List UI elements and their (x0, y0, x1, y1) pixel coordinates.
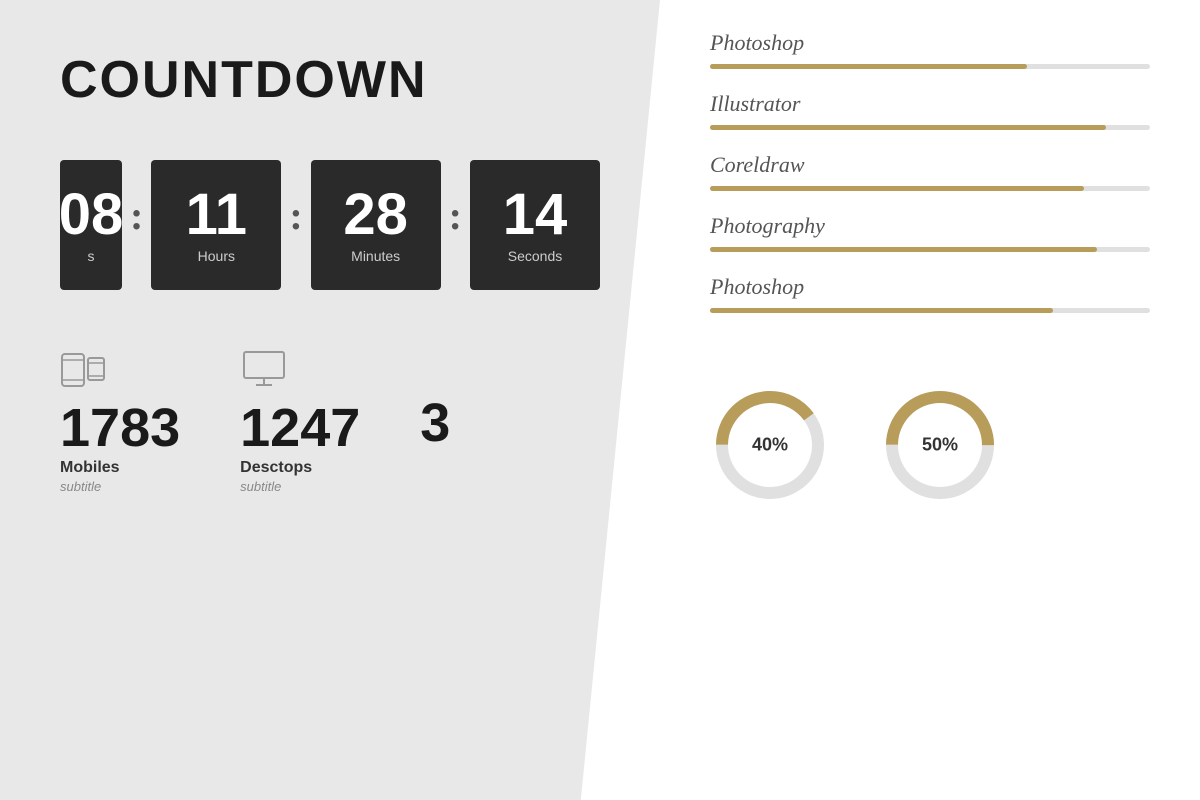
minutes-unit: Minutes (351, 248, 400, 264)
skill-bar-fill-4 (710, 247, 1097, 252)
left-panel: COUNTDOWN 08 s : 11 Hours : 28 Minutes : (0, 0, 660, 800)
skill-bar-bg-2 (710, 125, 1150, 130)
skills-section: Photoshop Illustrator Coreldraw Photogra… (710, 30, 1150, 335)
stats-section: 1783 Mobiles subtitle 1247 Desctops subt… (60, 350, 600, 494)
skill-photoshop-2: Photoshop (710, 274, 1150, 313)
donut-label-2: 50% (922, 435, 958, 456)
countdown-seconds-box: 14 Seconds (470, 160, 600, 290)
skill-name-2: Illustrator (710, 91, 1150, 117)
donut-label-1: 40% (752, 435, 788, 456)
skill-photoshop-1: Photoshop (710, 30, 1150, 69)
countdown-title: COUNTDOWN (60, 50, 600, 110)
skill-bar-fill-2 (710, 125, 1106, 130)
skill-illustrator: Illustrator (710, 91, 1150, 130)
hours-value: 11 (186, 186, 247, 244)
skill-bar-bg-1 (710, 64, 1150, 69)
mobiles-number: 1783 (60, 401, 180, 455)
donut-item-1: 40% (710, 385, 830, 505)
skill-bar-fill-5 (710, 308, 1053, 313)
skill-name-4: Photography (710, 213, 1150, 239)
skill-bar-fill-1 (710, 64, 1027, 69)
countdown-hours-item: 11 Hours (151, 160, 281, 290)
countdown-container: 08 s : 11 Hours : 28 Minutes : 14 Second… (60, 160, 600, 290)
separator-1: : (130, 192, 143, 259)
desktops-subtitle: subtitle (240, 479, 281, 494)
countdown-hours-box: 11 Hours (151, 160, 281, 290)
seconds-unit: Seconds (508, 248, 562, 264)
skill-coreldraw: Coreldraw (710, 152, 1150, 191)
skill-bar-fill-3 (710, 186, 1084, 191)
days-value: 08 (60, 186, 122, 244)
separator-2: : (289, 192, 302, 259)
countdown-minutes-item: 28 Minutes (311, 160, 441, 290)
desktop-icon (240, 350, 288, 393)
desktops-number: 1247 (240, 401, 360, 455)
minutes-value: 28 (343, 186, 408, 244)
skill-bar-bg-3 (710, 186, 1150, 191)
mobile-icon (60, 350, 108, 393)
skill-name-5: Photoshop (710, 274, 1150, 300)
skill-name-1: Photoshop (710, 30, 1150, 56)
countdown-minutes-box: 28 Minutes (311, 160, 441, 290)
countdown-days-box: 08 s (60, 160, 122, 290)
desktops-label: Desctops (240, 459, 312, 477)
third-number: 3 (420, 396, 450, 450)
skill-bar-bg-4 (710, 247, 1150, 252)
donut-item-2: 50% (880, 385, 1000, 505)
countdown-seconds-item: 14 Seconds (470, 160, 600, 290)
right-panel: Photoshop Illustrator Coreldraw Photogra… (660, 0, 1200, 800)
skill-name-3: Coreldraw (710, 152, 1150, 178)
mobiles-label: Mobiles (60, 459, 120, 477)
stat-mobiles: 1783 Mobiles subtitle (60, 350, 180, 494)
separator-3: : (449, 192, 462, 259)
donut-section: 40% 50% (710, 385, 1150, 505)
stat-third: 3 (420, 350, 470, 450)
hours-unit: Hours (198, 248, 235, 264)
seconds-value: 14 (503, 186, 568, 244)
mobiles-subtitle: subtitle (60, 479, 101, 494)
stat-desktops: 1247 Desctops subtitle (240, 350, 360, 494)
days-unit: s (88, 248, 95, 264)
skill-photography: Photography (710, 213, 1150, 252)
skill-bar-bg-5 (710, 308, 1150, 313)
